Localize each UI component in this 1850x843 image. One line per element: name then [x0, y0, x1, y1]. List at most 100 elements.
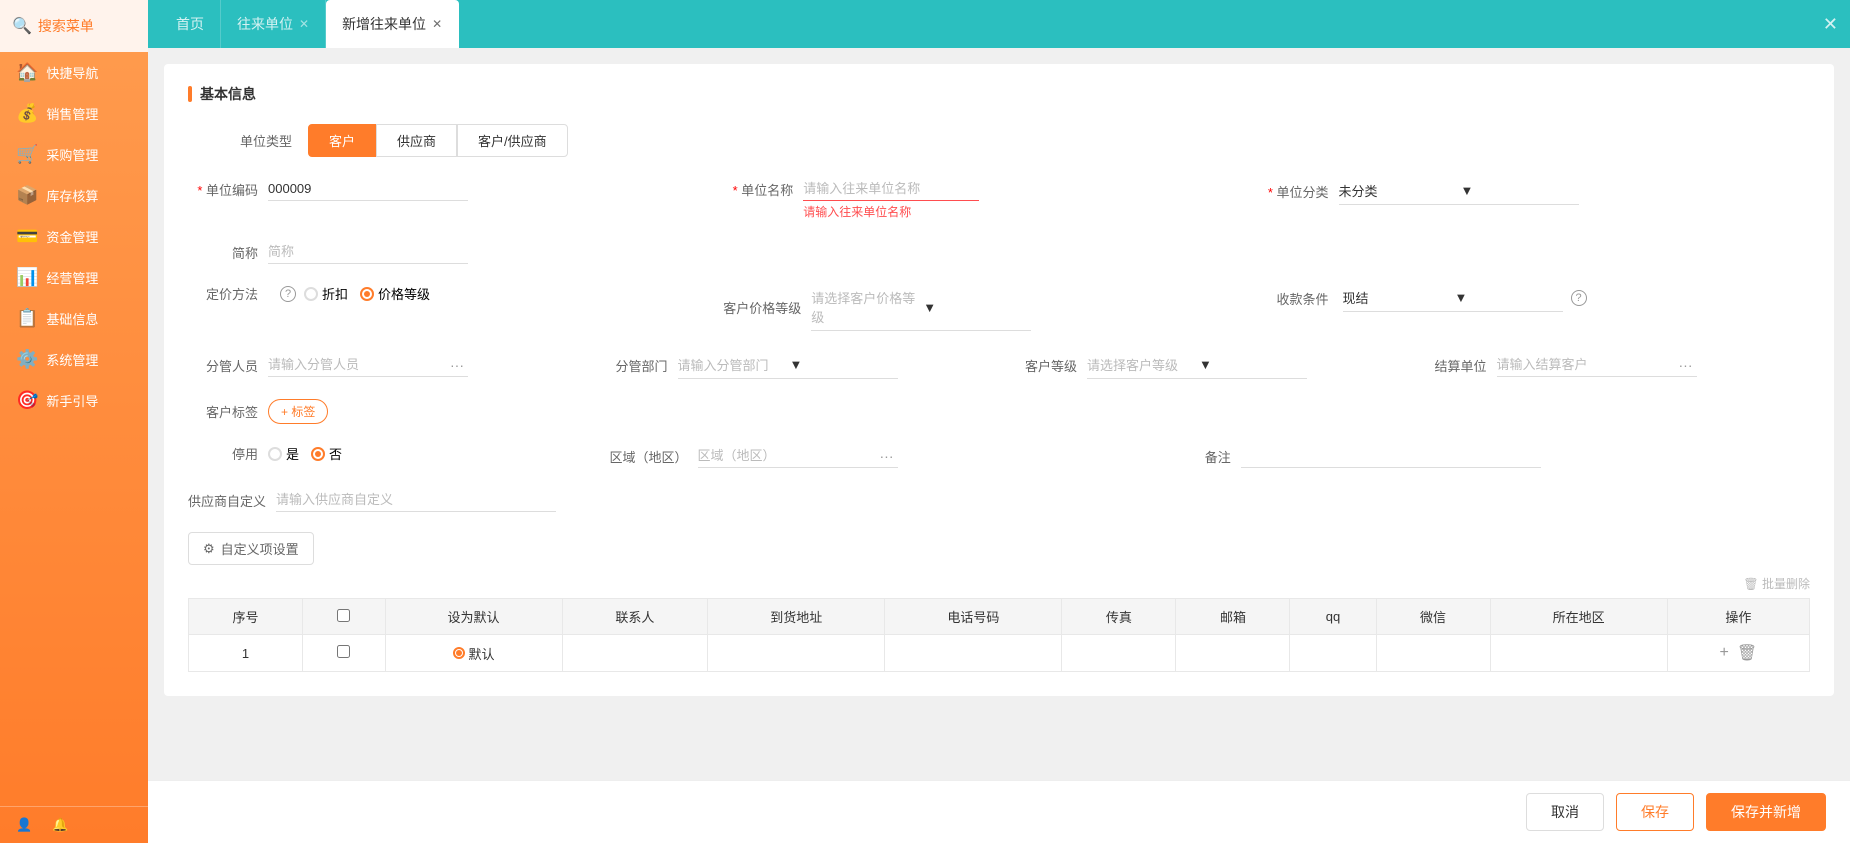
unit-name-input[interactable] [803, 177, 979, 201]
form-row-7: 供应商自定义 [188, 488, 1810, 512]
unit-category-label: 单位分类 [1259, 182, 1339, 201]
short-name-input[interactable] [268, 240, 468, 264]
region-input-wrap: ··· [698, 444, 898, 468]
search-icon: 🔍 [12, 16, 32, 36]
tab-label-home: 首页 [176, 14, 204, 34]
short-name-label: 简称 [188, 243, 268, 262]
custom-settings-button[interactable]: ⚙ 自定义项设置 [188, 532, 314, 565]
sidebar-item-new-guide[interactable]: 🎯 新手引导 [0, 380, 148, 421]
sidebar-item-sales[interactable]: 💰 销售管理 [0, 93, 148, 134]
sidebar-item-system[interactable]: ⚙️系统管理 [0, 339, 148, 380]
save-new-button[interactable]: 保存并新增 [1706, 793, 1826, 831]
row-checkbox[interactable] [337, 645, 350, 658]
close-tab-trade-units[interactable]: ✕ [299, 17, 309, 31]
delete-row-button[interactable]: 🗑 [1737, 643, 1757, 663]
note-input[interactable] [1241, 444, 1541, 468]
unit-category-select[interactable]: 未分类 ▼ [1339, 177, 1579, 205]
unit-name-field: 单位名称 请输入往来单位名称 [723, 177, 1258, 220]
sidebar-item-operations[interactable]: 📊经营管理 [0, 257, 148, 298]
row-contact [562, 635, 708, 672]
close-all-button[interactable]: ✕ [1823, 14, 1838, 35]
pricing-radio-group: 折扣 价格等级 [304, 284, 430, 303]
add-row-button[interactable]: + [1719, 644, 1728, 662]
pricing-grade-radio[interactable]: 价格等级 [360, 284, 430, 303]
unit-code-input[interactable] [268, 177, 468, 201]
sidebar-label-operations: 经营管理 [46, 268, 98, 287]
row-email [1176, 635, 1290, 672]
note-label: 备注 [1161, 447, 1241, 466]
region-dots-btn[interactable]: ··· [876, 448, 898, 464]
sidebar-item-basic-info[interactable]: 📋基础信息 [0, 298, 148, 339]
dept-select[interactable]: 请输入分管部门 ▼ [678, 351, 898, 379]
unit-name-label: 单位名称 [723, 180, 803, 199]
pricing-discount-radio[interactable]: 折扣 [304, 284, 348, 303]
sidebar-search[interactable]: 🔍 搜索菜单 [0, 10, 148, 42]
add-tag-button[interactable]: + 标签 [268, 399, 328, 424]
payment-help-icon[interactable]: ? [1571, 290, 1587, 306]
sidebar-item-inventory[interactable]: 📦库存核算 [0, 175, 148, 216]
sidebar-item-finance[interactable]: 💳资金管理 [0, 216, 148, 257]
settlement-dots-btn[interactable]: ··· [1675, 357, 1697, 373]
settlement-input[interactable] [1497, 353, 1675, 376]
trash-icon: 🗑 [1743, 577, 1758, 591]
manager-input[interactable] [268, 353, 446, 376]
sidebar: 🔍 搜索菜单 🏠快捷导航 💰 销售管理 🛒采购管理📦库存核算💳资金管理📊经营管理📋基础… [0, 0, 148, 843]
main-content: 基本信息 单位类型 客户供应商客户/供应商 单位编码 单位名称 请输入 [148, 48, 1850, 780]
sidebar-item-purchase[interactable]: 🛒采购管理 [0, 134, 148, 175]
dept-placeholder: 请输入分管部门 [678, 355, 786, 374]
save-button[interactable]: 保存 [1616, 793, 1694, 831]
row-address [708, 635, 885, 672]
tab-trade-units[interactable]: 往来单位✕ [221, 0, 326, 48]
disabled-no-radio[interactable]: 否 [311, 444, 342, 463]
sidebar-label-sales: 销售管理 [46, 104, 98, 123]
unit-type-customer-button[interactable]: 客户 [308, 124, 376, 157]
customer-tag-label: 客户标签 [188, 402, 268, 421]
row-default-cell: 默认 [385, 635, 562, 672]
unit-type-both-button[interactable]: 客户/供应商 [457, 124, 568, 157]
table-header-11: 操作 [1667, 599, 1809, 635]
payment-terms-label: 收款条件 [1259, 289, 1339, 308]
contacts-table: 序号设为默认联系人到货地址电话号码传真邮箱qq微信所在地区操作 1 默认 [188, 598, 1810, 672]
customer-price-select[interactable]: 请选择客户价格等级 ▼ [811, 284, 1031, 331]
bell-icon[interactable]: 🔔 [52, 817, 68, 833]
disabled-yes-radio[interactable]: 是 [268, 444, 299, 463]
customer-level-field: 客户等级 请选择客户等级 ▼ [1007, 351, 1401, 379]
cancel-button[interactable]: 取消 [1526, 793, 1604, 831]
pricing-discount-label: 折扣 [322, 284, 348, 303]
sidebar-label-new-guide: 新手引导 [46, 391, 98, 410]
form-row-2: 简称 [188, 240, 1810, 264]
sidebar-label-quick-nav: 快捷导航 [46, 63, 98, 82]
sales-icon: 💰 [16, 103, 38, 124]
help-icon[interactable]: ? [280, 286, 296, 302]
batch-delete-label[interactable]: 批量删除 [1762, 577, 1810, 591]
chevron-down-icon-5: ▼ [1199, 357, 1307, 372]
unit-type-supplier-button[interactable]: 供应商 [376, 124, 457, 157]
form-row-4: 分管人员 ··· 分管部门 请输入分管部门 ▼ 客户等级 [188, 351, 1810, 379]
manager-label: 分管人员 [188, 356, 268, 375]
new-guide-icon: 🎯 [16, 390, 38, 411]
payment-terms-select[interactable]: 现结 ▼ [1343, 284, 1563, 312]
pricing-label: 定价方法 [188, 284, 268, 303]
select-all-checkbox[interactable] [337, 609, 350, 622]
sidebar-item-quick-nav[interactable]: 🏠快捷导航 [0, 52, 148, 93]
row-default-radio[interactable] [453, 647, 465, 659]
tab-home[interactable]: 首页 [160, 0, 221, 48]
sidebar-bottom: 👤 🔔 [0, 806, 148, 843]
payment-terms-field: 收款条件 现结 ▼ ? [1259, 284, 1794, 312]
close-tab-new-trade-unit[interactable]: ✕ [432, 17, 442, 31]
form-row-3: 定价方法 ? 折扣 价格等级 客户价格等级 [188, 284, 1810, 331]
sidebar-top: 🔍 搜索菜单 [0, 0, 148, 52]
chevron-down-icon-3: ▼ [1455, 290, 1563, 305]
disabled-yes-circle [268, 447, 282, 461]
dept-label: 分管部门 [598, 356, 678, 375]
table-header-8: qq [1290, 599, 1376, 635]
manager-dots-btn[interactable]: ··· [446, 357, 468, 373]
customer-level-select[interactable]: 请选择客户等级 ▼ [1087, 351, 1307, 379]
region-label: 区域（地区） [610, 447, 698, 466]
tab-new-trade-unit[interactable]: 新增往来单位✕ [326, 0, 459, 48]
form-card: 基本信息 单位类型 客户供应商客户/供应商 单位编码 单位名称 请输入 [164, 64, 1834, 696]
region-input[interactable] [698, 444, 876, 467]
supplier-custom-input[interactable] [276, 488, 556, 512]
form-row-6: 停用 是 否 区域（地区） [188, 444, 1810, 468]
user-icon[interactable]: 👤 [16, 817, 32, 833]
